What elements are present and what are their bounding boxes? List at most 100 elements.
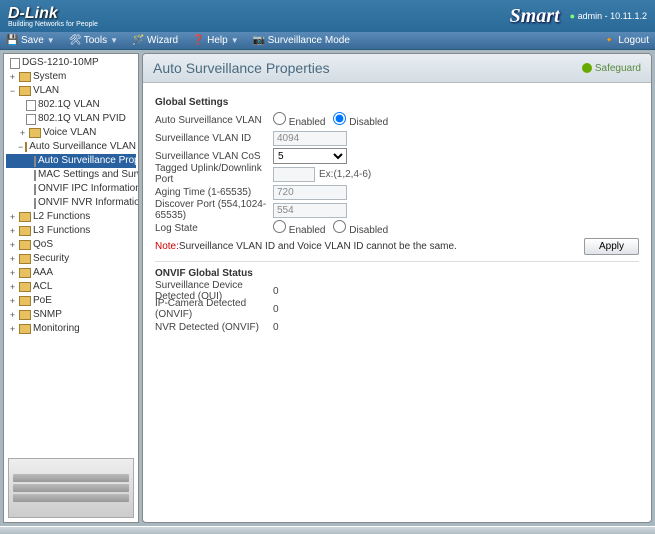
content-panel: Auto Surveillance Properties Safeguard G…	[142, 53, 652, 523]
tagged-label: Tagged Uplink/Downlink Port	[155, 163, 273, 185]
asv-label: Auto Surveillance VLAN	[155, 115, 273, 126]
tree-voice-vlan[interactable]: +Voice VLAN	[6, 126, 136, 140]
save-menu[interactable]: 💾 Save ▼	[6, 35, 55, 47]
folder-icon	[19, 72, 31, 82]
tree-l2[interactable]: +L2 Functions	[6, 210, 136, 224]
folder-icon	[19, 310, 31, 320]
tree-mac-settings[interactable]: MAC Settings and Surveilla	[6, 168, 136, 182]
footer-bar	[0, 526, 655, 534]
admin-label: admin - 10.11.1.2	[578, 11, 647, 21]
admin-info: ● admin - 10.11.1.2	[570, 11, 647, 21]
onvif-ipc-value: 0	[273, 304, 279, 315]
brand-tagline: Building Networks for People	[8, 21, 98, 28]
tools-label: Tools	[84, 35, 107, 46]
tree-auto-surv-properties[interactable]: Auto Surveillance Properties	[6, 154, 136, 168]
tree-qos[interactable]: +QoS	[6, 238, 136, 252]
svid-label: Surveillance VLAN ID	[155, 133, 273, 144]
folder-icon	[19, 254, 31, 264]
device-image	[8, 458, 134, 518]
smart-logo: Smart	[510, 5, 560, 28]
chevron-down-icon: ▼	[231, 36, 239, 45]
doc-icon	[34, 170, 36, 181]
surveillance-mode-button[interactable]: 📷 Surveillance Mode	[253, 35, 350, 47]
safeguard-icon	[582, 63, 592, 73]
tree-monitoring[interactable]: +Monitoring	[6, 322, 136, 336]
tree-root[interactable]: DGS-1210-10MP	[6, 56, 136, 70]
folder-icon	[29, 128, 41, 138]
chevron-down-icon: ▼	[47, 36, 55, 45]
tree-snmp[interactable]: +SNMP	[6, 308, 136, 322]
help-menu[interactable]: ❓ Help ▼	[192, 35, 239, 47]
asv-enabled-radio[interactable]: Enabled	[273, 112, 325, 128]
tree-auto-surv-vlan[interactable]: −Auto Surveillance VLAN	[6, 140, 136, 154]
folder-icon	[19, 296, 31, 306]
aging-input[interactable]	[273, 185, 347, 200]
note-label: Note:	[155, 241, 179, 252]
onvif-status-heading: ONVIF Global Status	[155, 268, 639, 279]
onvif-nvr-label: NVR Detected (ONVIF)	[155, 322, 273, 333]
device-icon	[10, 58, 20, 69]
app-header: D-Link Building Networks for People Smar…	[0, 0, 655, 32]
svid-input[interactable]	[273, 131, 347, 146]
tree-8021q-pvid[interactable]: 802.1Q VLAN PVID	[6, 112, 136, 126]
camera-icon: 📷	[253, 35, 265, 47]
save-label: Save	[21, 35, 44, 46]
content-body: Global Settings Auto Surveillance VLAN E…	[143, 83, 651, 344]
save-icon: 💾	[6, 35, 18, 47]
log-disabled-radio[interactable]: Disabled	[333, 220, 388, 236]
tree-poe[interactable]: +PoE	[6, 294, 136, 308]
folder-icon	[19, 226, 31, 236]
aging-label: Aging Time (1-65535)	[155, 187, 273, 198]
wizard-label: Wizard	[147, 35, 178, 46]
global-settings-heading: Global Settings	[155, 97, 639, 108]
folder-icon	[19, 86, 31, 96]
tools-icon: 🛠	[69, 35, 81, 47]
tree-l3[interactable]: +L3 Functions	[6, 224, 136, 238]
help-label: Help	[207, 35, 228, 46]
tree-aaa[interactable]: +AAA	[6, 266, 136, 280]
note-text: Note:Surveillance VLAN ID and Voice VLAN…	[155, 241, 639, 252]
tree-vlan[interactable]: −VLAN	[6, 84, 136, 98]
folder-icon	[19, 282, 31, 292]
content-header: Auto Surveillance Properties Safeguard	[143, 54, 651, 83]
nav-tree: DGS-1210-10MP +System −VLAN 802.1Q VLAN …	[4, 54, 138, 338]
discover-label: Discover Port (554,1024-65535)	[155, 199, 273, 221]
log-enabled-radio[interactable]: Enabled	[273, 220, 325, 236]
apply-button[interactable]: Apply	[584, 238, 639, 255]
surv-mode-label: Surveillance Mode	[268, 35, 350, 46]
toolbar: 💾 Save ▼ 🛠 Tools ▼ 🪄 Wizard ❓ Help ▼ 📷 S…	[0, 32, 655, 50]
onvif-ipc-label: IP-Camera Detected (ONVIF)	[155, 298, 273, 320]
sidebar: DGS-1210-10MP +System −VLAN 802.1Q VLAN …	[3, 53, 139, 523]
logstate-label: Log State	[155, 223, 273, 234]
help-icon: ❓	[192, 35, 204, 47]
doc-icon	[26, 114, 36, 125]
logout-label: Logout	[618, 35, 649, 46]
safeguard-badge: Safeguard	[582, 63, 641, 74]
asv-disabled-radio[interactable]: Disabled	[333, 112, 388, 128]
logout-button[interactable]: 🔸 Logout	[603, 35, 649, 47]
page-title: Auto Surveillance Properties	[153, 60, 330, 76]
tree-onvif-nvr[interactable]: ONVIF NVR Information	[6, 196, 136, 210]
doc-icon	[34, 184, 36, 195]
folder-icon	[19, 240, 31, 250]
tree-8021q-vlan[interactable]: 802.1Q VLAN	[6, 98, 136, 112]
main-area: DGS-1210-10MP +System −VLAN 802.1Q VLAN …	[0, 50, 655, 526]
onvif-nvr-value: 0	[273, 322, 279, 333]
folder-icon	[25, 142, 27, 152]
tree-security[interactable]: +Security	[6, 252, 136, 266]
tools-menu[interactable]: 🛠 Tools ▼	[69, 35, 118, 47]
tree-system[interactable]: +System	[6, 70, 136, 84]
logout-icon: 🔸	[603, 35, 615, 47]
svcos-select[interactable]: 5	[273, 148, 347, 164]
wizard-button[interactable]: 🪄 Wizard	[132, 35, 178, 47]
tagged-example: Ex:(1,2,4-6)	[319, 169, 371, 180]
folder-icon	[19, 212, 31, 222]
discover-input[interactable]	[273, 203, 347, 218]
onvif-sdd-value: 0	[273, 286, 279, 297]
folder-icon	[19, 324, 31, 334]
tree-onvif-ipc[interactable]: ONVIF IPC Information	[6, 182, 136, 196]
chevron-down-icon: ▼	[110, 36, 118, 45]
doc-icon	[26, 100, 36, 111]
tagged-input[interactable]	[273, 167, 315, 182]
tree-acl[interactable]: +ACL	[6, 280, 136, 294]
